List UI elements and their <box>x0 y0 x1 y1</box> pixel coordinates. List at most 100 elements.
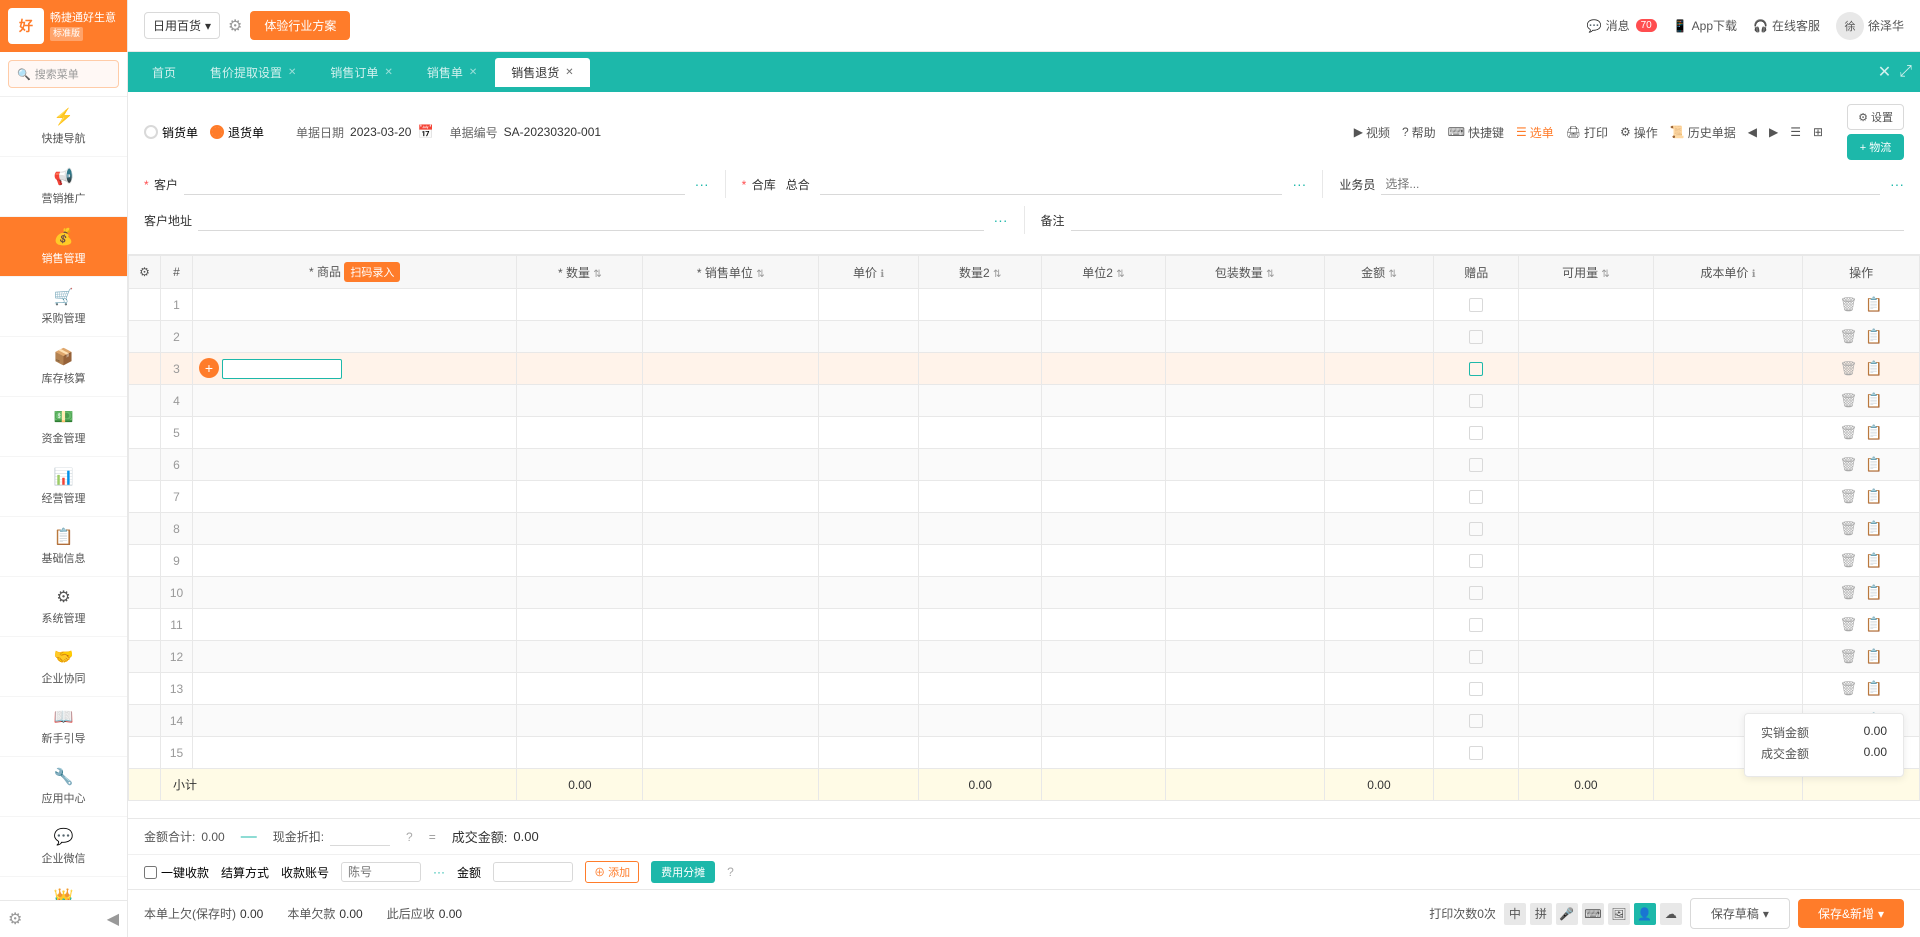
row-product-cell[interactable] <box>193 321 517 353</box>
row-available-cell[interactable] <box>1519 737 1653 769</box>
row-unit-cell[interactable] <box>643 289 819 321</box>
footer-icon-7[interactable]: ☁ <box>1660 903 1682 925</box>
row-qty-cell[interactable] <box>517 705 643 737</box>
row-cost-price-cell[interactable] <box>1653 289 1803 321</box>
copy-row-button[interactable]: 📋 <box>1865 360 1882 377</box>
row-gift-cell[interactable] <box>1434 353 1519 385</box>
product-input[interactable] <box>222 359 342 379</box>
row-pack-qty-cell[interactable] <box>1165 513 1324 545</box>
row-unit-cell[interactable] <box>643 641 819 673</box>
qty2-sort-icon[interactable]: ⇅ <box>993 269 1001 280</box>
row-qty-cell[interactable] <box>517 481 643 513</box>
row-pack-qty-cell[interactable] <box>1165 641 1324 673</box>
row-available-cell[interactable] <box>1519 481 1653 513</box>
row-pack-qty-cell[interactable] <box>1165 481 1324 513</box>
row-amount-cell[interactable] <box>1324 289 1433 321</box>
address-dots-button[interactable]: ··· <box>994 212 1008 228</box>
row-qty2-cell[interactable] <box>919 449 1042 481</box>
row-unit2-cell[interactable] <box>1042 449 1165 481</box>
copy-row-button[interactable]: 📋 <box>1865 616 1882 633</box>
warehouse-input[interactable] <box>820 174 1283 195</box>
module-selector[interactable]: 日用百货 ▾ <box>144 12 220 39</box>
row-amount-cell[interactable] <box>1324 737 1433 769</box>
row-product-cell[interactable] <box>193 513 517 545</box>
row-unit-cell[interactable] <box>643 449 819 481</box>
row-cost-price-cell[interactable] <box>1653 449 1803 481</box>
row-gift-cell[interactable] <box>1434 673 1519 705</box>
copy-row-button[interactable]: 📋 <box>1865 328 1882 345</box>
gift-checkbox[interactable] <box>1469 298 1483 312</box>
row-amount-cell[interactable] <box>1324 449 1433 481</box>
row-product-cell[interactable] <box>193 417 517 449</box>
row-available-cell[interactable] <box>1519 673 1653 705</box>
sidebar-item-guide[interactable]: 📖 新手引导 <box>0 697 127 757</box>
row-qty-cell[interactable] <box>517 417 643 449</box>
row-qty-cell[interactable] <box>517 577 643 609</box>
row-product-cell[interactable] <box>193 705 517 737</box>
row-qty-cell[interactable] <box>517 353 643 385</box>
delete-row-button[interactable]: 🗑 <box>1840 648 1858 665</box>
row-qty2-cell[interactable] <box>919 289 1042 321</box>
row-qty2-cell[interactable] <box>919 321 1042 353</box>
row-qty2-cell[interactable] <box>919 577 1042 609</box>
row-qty2-cell[interactable] <box>919 353 1042 385</box>
row-gift-cell[interactable] <box>1434 641 1519 673</box>
sidebar-item-quicknav[interactable]: ⚡ 快捷导航 <box>0 97 127 157</box>
row-unit-cell[interactable] <box>643 673 819 705</box>
trial-button[interactable]: 体验行业方案 <box>250 11 350 40</box>
row-amount-cell[interactable] <box>1324 417 1433 449</box>
copy-row-button[interactable]: 📋 <box>1865 456 1882 473</box>
pack-sort-icon[interactable]: ⇅ <box>1266 269 1274 280</box>
row-amount-cell[interactable] <box>1324 353 1433 385</box>
gift-checkbox[interactable] <box>1469 554 1483 568</box>
copy-row-button[interactable]: 📋 <box>1865 296 1882 313</box>
tab-close-price-settings[interactable]: ✕ <box>288 67 296 78</box>
row-pack-qty-cell[interactable] <box>1165 321 1324 353</box>
row-amount-cell[interactable] <box>1324 321 1433 353</box>
row-unit-cell[interactable] <box>643 737 819 769</box>
row-qty-cell[interactable] <box>517 545 643 577</box>
gift-checkbox[interactable] <box>1469 618 1483 632</box>
row-available-cell[interactable] <box>1519 609 1653 641</box>
row-price-cell[interactable] <box>819 289 919 321</box>
footer-icon-4[interactable]: ⌨ <box>1582 903 1604 925</box>
sidebar-item-finance[interactable]: 💵 资金管理 <box>0 397 127 457</box>
row-unit2-cell[interactable] <box>1042 609 1165 641</box>
copy-row-button[interactable]: 📋 <box>1865 488 1882 505</box>
row-unit-cell[interactable] <box>643 481 819 513</box>
row-pack-qty-cell[interactable] <box>1165 609 1324 641</box>
row-price-cell[interactable] <box>819 705 919 737</box>
customer-dots-button[interactable]: ··· <box>695 176 709 192</box>
amount-input[interactable] <box>493 862 573 882</box>
row-qty-cell[interactable] <box>517 449 643 481</box>
app-download-button[interactable]: 📱 App下载 <box>1673 17 1737 34</box>
unit2-sort-icon[interactable]: ⇅ <box>1116 269 1124 280</box>
row-qty-cell[interactable] <box>517 609 643 641</box>
delete-row-button[interactable]: 🗑 <box>1840 360 1858 377</box>
delete-row-button[interactable]: 🗑 <box>1840 424 1858 441</box>
available-sort-icon[interactable]: ⇅ <box>1601 269 1609 280</box>
copy-row-button[interactable]: 📋 <box>1865 584 1882 601</box>
sidebar-item-apps[interactable]: 🔧 应用中心 <box>0 757 127 817</box>
row-gift-cell[interactable] <box>1434 513 1519 545</box>
row-product-cell[interactable] <box>193 673 517 705</box>
sidebar-item-collaboration[interactable]: 🤝 企业协同 <box>0 637 127 697</box>
select-button[interactable]: ☰ 选单 <box>1516 124 1554 141</box>
row-unit2-cell[interactable] <box>1042 513 1165 545</box>
gift-checkbox[interactable] <box>1469 394 1483 408</box>
message-button[interactable]: 💬 消息 70 <box>1587 17 1657 34</box>
row-pack-qty-cell[interactable] <box>1165 673 1324 705</box>
sidebar-item-system[interactable]: ⚙ 系统管理 <box>0 577 127 637</box>
row-pack-qty-cell[interactable] <box>1165 449 1324 481</box>
row-qty-cell[interactable] <box>517 673 643 705</box>
row-available-cell[interactable] <box>1519 353 1653 385</box>
row-cost-price-cell[interactable] <box>1653 545 1803 577</box>
gift-checkbox[interactable] <box>1469 490 1483 504</box>
gift-checkbox[interactable] <box>1469 458 1483 472</box>
row-gift-cell[interactable] <box>1434 385 1519 417</box>
row-price-cell[interactable] <box>819 385 919 417</box>
row-product-cell[interactable] <box>193 449 517 481</box>
gift-checkbox[interactable] <box>1469 714 1483 728</box>
add-product-button[interactable]: + <box>199 358 219 378</box>
sidebar-item-inventory[interactable]: 📦 库存核算 <box>0 337 127 397</box>
